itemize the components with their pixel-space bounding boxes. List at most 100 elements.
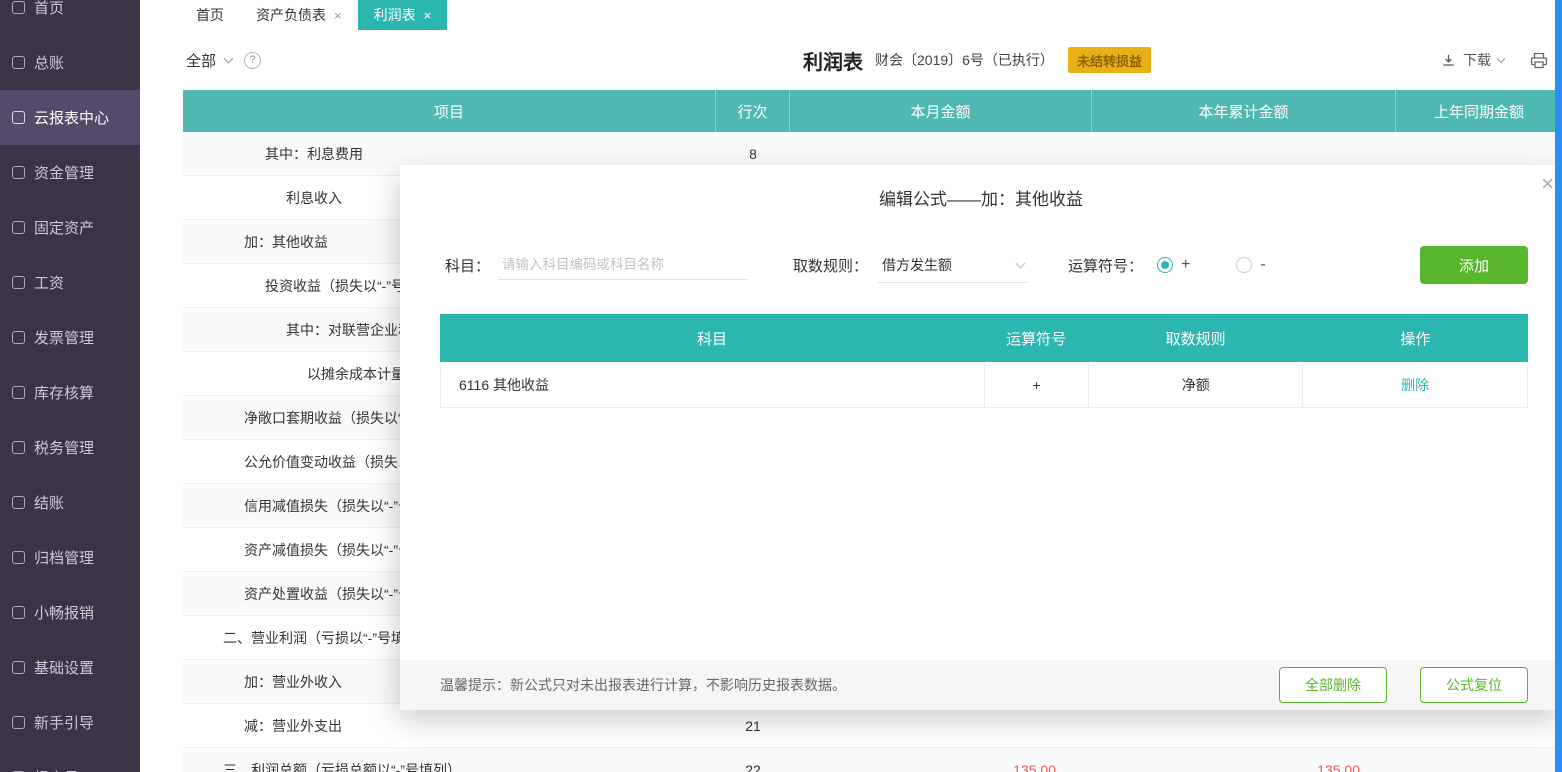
operator-radio-group: + - [1157,256,1266,274]
column-header-prev-amount: 上年同期金额 [1433,103,1524,121]
column-header-subject: 科目 [696,330,727,348]
help-icon[interactable] [244,51,262,69]
sidebar-item-general-ledger[interactable]: 总账 [0,35,140,90]
sidebar-item-label: 工资 [34,275,65,292]
sidebar-item-label: 归档管理 [34,550,95,567]
column-header-item: 项目 [183,90,716,132]
scope-filter-dropdown[interactable]: 全部 [186,50,234,71]
scrollbar[interactable] [1555,0,1562,772]
subject-input[interactable] [498,250,749,280]
guide-icon [12,716,25,729]
toolbar-actions: 下载 [1441,50,1548,70]
app-root: 首页总账云报表中心资金管理固定资产工资发票管理库存核算税务管理结账归档管理小畅报… [0,0,1562,772]
row-line-no: 21 [745,717,761,734]
sidebar-item-tax[interactable]: 税务管理 [0,420,140,475]
radio-icon [1157,257,1174,273]
sidebar-item-archive[interactable]: 归档管理 [0,530,140,585]
close-icon[interactable]: × [424,8,432,23]
formula-table: 科目 运算符号 取数规则 操作 6116 其他收益 + 净额 删除 [440,314,1528,408]
fixed-assets-icon [12,221,25,234]
row-item-label: 减：营业外支出 [244,717,342,734]
add-button[interactable]: 添加 [1420,246,1528,284]
formula-form: 科目： 取数规则： 借方发生额 运算符号： + - 添加 [445,246,1528,284]
column-header-rule: 取数规则 [1165,330,1226,348]
tab-income-statement[interactable]: 利润表 × [357,0,448,30]
row-line-no: 22 [745,761,761,772]
report-toolbar: 全部 利润表 财会〔2019〕6号（已执行） 未结转损益 下载 [140,30,1562,90]
sidebar-item-label: 税务管理 [34,440,95,457]
download-label: 下载 [1463,52,1491,68]
sidebar-item-member[interactable]: 畅合员 [0,750,140,772]
sidebar-item-invoice[interactable]: 发票管理 [0,310,140,365]
tab-label: 利润表 [373,7,416,23]
ledger-icon [12,56,25,69]
sidebar-item-funds[interactable]: 资金管理 [0,145,140,200]
row-ytd-amount: 135.00 [1317,761,1360,772]
inventory-icon [12,386,25,399]
reimburse-icon [12,606,25,619]
sidebar-item-closing[interactable]: 结账 [0,475,140,530]
row-line-no: 8 [749,145,757,162]
report-title-group: 利润表 财会〔2019〕6号（已执行） 未结转损益 [803,30,1151,90]
download-button[interactable]: 下载 [1441,50,1506,70]
radio-icon [1236,257,1253,273]
delete-link[interactable]: 删除 [1401,375,1429,395]
rule-select[interactable]: 借方发生额 [878,248,1029,283]
operator-plus-radio[interactable]: + [1157,256,1190,274]
payroll-icon [12,276,25,289]
page-title: 利润表 [803,51,863,74]
status-badge: 未结转损益 [1067,47,1151,73]
radio-label: + [1181,256,1191,273]
tab-bar: 首页 资产负债表 × 利润表 × [140,0,1562,30]
printer-icon[interactable] [1530,52,1548,69]
sidebar-item-payroll[interactable]: 工资 [0,255,140,310]
dialog-footer: 温馨提示：新公式只对未出报表进行计算，不影响历史报表数据。 全部删除 公式复位 [400,660,1562,710]
sidebar-item-home[interactable]: 首页 [0,0,140,35]
column-header-operator: 运算符号 [1006,330,1067,348]
sidebar-item-label: 云报表中心 [34,110,110,127]
tab-home[interactable]: 首页 [180,0,240,30]
tab-balance-sheet[interactable]: 资产负债表 × [240,0,358,30]
home-icon [12,1,25,14]
sidebar-item-label: 基础设置 [34,660,95,677]
edit-formula-dialog: × 编辑公式——加：其他收益 科目： 取数规则： 借方发生额 运算符号： + - [400,165,1562,710]
sidebar-item-inventory[interactable]: 库存核算 [0,365,140,420]
invoice-icon [12,331,25,344]
table-row[interactable]: 减：营业外支出 21 [183,704,1562,748]
sidebar-item-settings[interactable]: 基础设置 [0,640,140,695]
funds-icon [12,166,25,179]
sidebar-item-label: 首页 [34,0,65,17]
column-header-ytd-amount: 本年累计金额 [1092,90,1396,132]
sidebar-item-label: 小畅报销 [34,605,95,622]
sidebar: 首页总账云报表中心资金管理固定资产工资发票管理库存核算税务管理结账归档管理小畅报… [0,0,140,772]
scope-filter-label: 全部 [186,52,217,70]
sidebar-item-guide[interactable]: 新手引导 [0,695,140,750]
chevron-down-icon [223,53,234,64]
close-icon[interactable]: × [1541,173,1554,195]
sidebar-item-label: 固定资产 [34,220,95,237]
footer-buttons: 全部删除 公式复位 [1279,667,1528,703]
delete-all-button[interactable]: 全部删除 [1279,667,1387,703]
tab-label: 资产负债表 [256,7,326,23]
formula-rule: 净额 [1088,362,1302,407]
tax-icon [12,441,25,454]
sidebar-item-fixed-assets[interactable]: 固定资产 [0,200,140,255]
subject-label: 科目： [445,257,491,275]
table-row[interactable]: 三、利润总额（亏损总额以“-”号填列） 22 135.00 135.00 [183,748,1562,772]
sidebar-item-label: 发票管理 [34,330,95,347]
formula-operator: + [984,362,1088,407]
operator-minus-radio[interactable]: - [1236,256,1266,274]
row-item-label: 三、利润总额（亏损总额以“-”号填列） [223,761,461,772]
sidebar-item-reimburse[interactable]: 小畅报销 [0,585,140,640]
column-header-action: 操作 [1400,330,1431,348]
formula-table-body: 6116 其他收益 + 净额 删除 [440,362,1528,408]
operator-label: 运算符号： [1068,257,1144,275]
close-icon[interactable]: × [334,8,342,23]
cloud-report-icon [12,111,25,124]
sidebar-item-label: 畅合员 [34,767,79,772]
report-standard-label: 财会〔2019〕6号（已执行） [875,52,1054,68]
formula-reset-button[interactable]: 公式复位 [1420,667,1528,703]
sidebar-item-cloud-report-center[interactable]: 云报表中心 [0,90,140,145]
formula-subject: 6116 其他收益 [459,376,549,393]
chevron-down-icon [1496,54,1506,63]
